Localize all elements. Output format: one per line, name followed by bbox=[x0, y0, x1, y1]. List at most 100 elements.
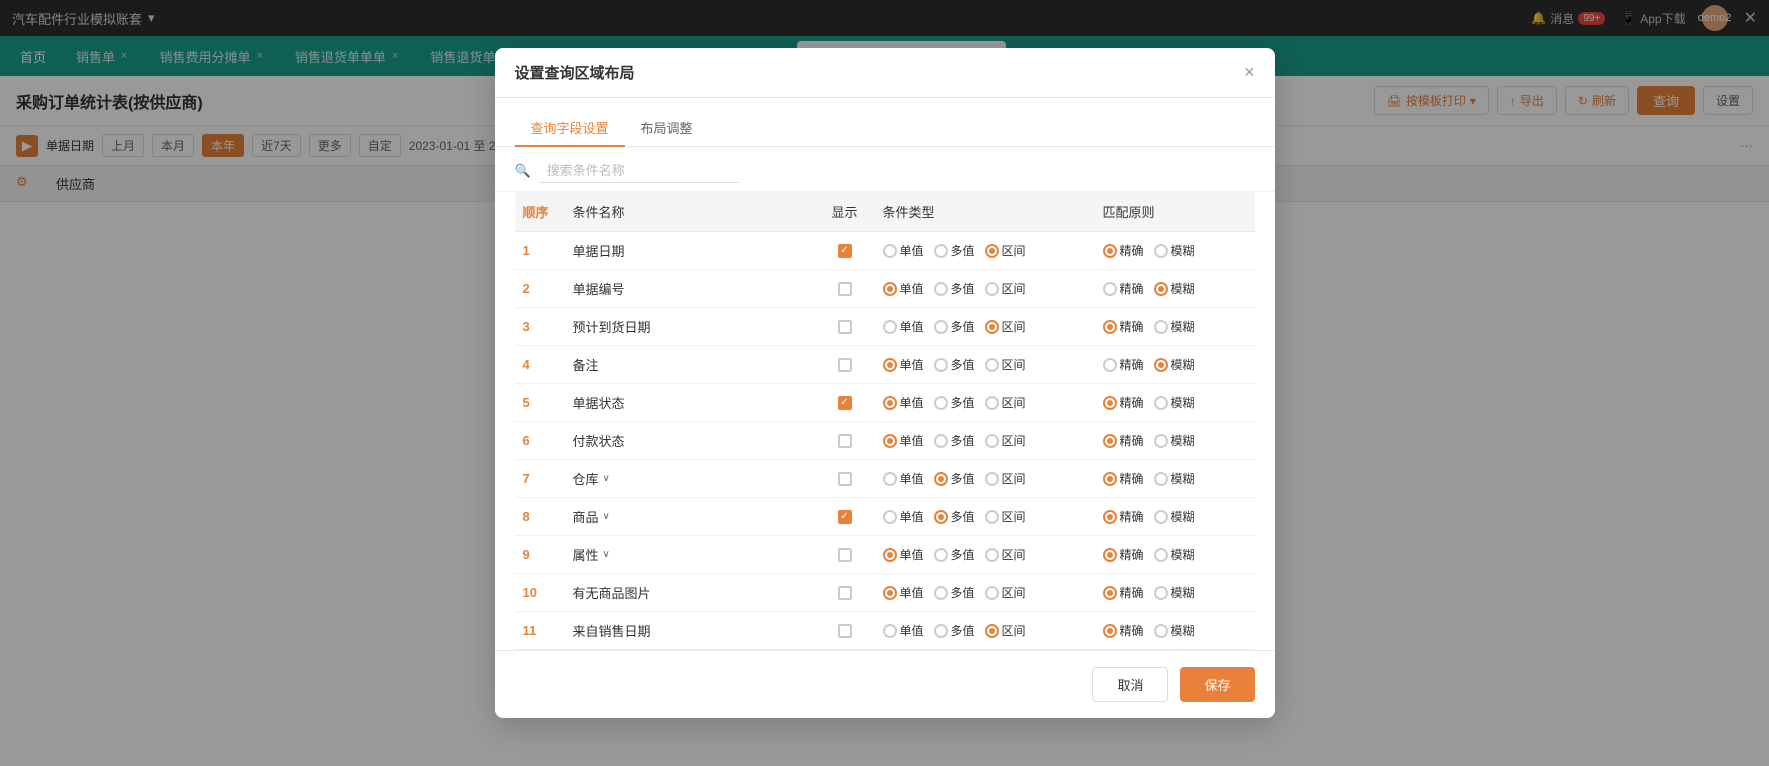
checkbox-display-6[interactable] bbox=[823, 472, 867, 486]
checkbox-inner-2[interactable] bbox=[838, 320, 852, 334]
cell-name-7[interactable]: 商品 ∨ bbox=[565, 498, 815, 536]
radio-match-精确-5[interactable]: 精确 bbox=[1103, 432, 1144, 449]
checkbox-display-9[interactable] bbox=[823, 586, 867, 600]
checkbox-inner-10[interactable] bbox=[838, 624, 852, 638]
radio-match-精确-3[interactable]: 精确 bbox=[1103, 356, 1144, 373]
radio-match-模糊-4[interactable]: 模糊 bbox=[1154, 394, 1195, 411]
dialog-close-button[interactable]: × bbox=[1244, 62, 1255, 83]
dialog-tab-layout[interactable]: 布局调整 bbox=[625, 110, 709, 147]
radio-match-精确-7[interactable]: 精确 bbox=[1103, 508, 1144, 525]
radio-match-精确-10[interactable]: 精确 bbox=[1103, 622, 1144, 639]
cell-display-5[interactable] bbox=[815, 422, 875, 460]
radio-type-多值-0[interactable]: 多值 bbox=[934, 242, 975, 259]
checkbox-inner-7[interactable] bbox=[838, 510, 852, 524]
checkbox-display-1[interactable] bbox=[823, 282, 867, 296]
expand-icon[interactable]: ∨ bbox=[603, 549, 610, 560]
checkbox-inner-6[interactable] bbox=[838, 472, 852, 486]
search-input[interactable] bbox=[539, 159, 739, 183]
radio-match-模糊-2[interactable]: 模糊 bbox=[1154, 318, 1195, 335]
radio-match-模糊-10[interactable]: 模糊 bbox=[1154, 622, 1195, 639]
checkbox-display-3[interactable] bbox=[823, 358, 867, 372]
radio-match-模糊-1[interactable]: 模糊 bbox=[1154, 280, 1195, 297]
checkbox-inner-0[interactable] bbox=[838, 244, 852, 258]
checkbox-inner-3[interactable] bbox=[838, 358, 852, 372]
radio-match-模糊-0[interactable]: 模糊 bbox=[1154, 242, 1195, 259]
radio-type-多值-2[interactable]: 多值 bbox=[934, 318, 975, 335]
checkbox-inner-8[interactable] bbox=[838, 548, 852, 562]
radio-match-模糊-9[interactable]: 模糊 bbox=[1154, 584, 1195, 601]
cancel-button[interactable]: 取消 bbox=[1092, 667, 1168, 702]
radio-type-区间-2[interactable]: 区间 bbox=[985, 318, 1026, 335]
radio-match-模糊-7[interactable]: 模糊 bbox=[1154, 508, 1195, 525]
cell-display-3[interactable] bbox=[815, 346, 875, 384]
cell-display-1[interactable] bbox=[815, 270, 875, 308]
radio-type-区间-8[interactable]: 区间 bbox=[985, 546, 1026, 563]
radio-type-区间-3[interactable]: 区间 bbox=[985, 356, 1026, 373]
checkbox-display-2[interactable] bbox=[823, 320, 867, 334]
radio-match-精确-9[interactable]: 精确 bbox=[1103, 584, 1144, 601]
radio-type-单值-10[interactable]: 单值 bbox=[883, 622, 924, 639]
name-with-expand[interactable]: 商品 ∨ bbox=[573, 507, 807, 526]
radio-type-单值-8[interactable]: 单值 bbox=[883, 546, 924, 563]
cell-name-8[interactable]: 属性 ∨ bbox=[565, 536, 815, 574]
radio-type-多值-1[interactable]: 多值 bbox=[934, 280, 975, 297]
radio-type-多值-6[interactable]: 多值 bbox=[934, 470, 975, 487]
save-button[interactable]: 保存 bbox=[1180, 667, 1254, 702]
cell-display-6[interactable] bbox=[815, 460, 875, 498]
checkbox-inner-1[interactable] bbox=[838, 282, 852, 296]
radio-type-多值-7[interactable]: 多值 bbox=[934, 508, 975, 525]
radio-type-单值-1[interactable]: 单值 bbox=[883, 280, 924, 297]
radio-match-精确-2[interactable]: 精确 bbox=[1103, 318, 1144, 335]
radio-type-多值-5[interactable]: 多值 bbox=[934, 432, 975, 449]
radio-match-模糊-8[interactable]: 模糊 bbox=[1154, 546, 1195, 563]
radio-type-多值-3[interactable]: 多值 bbox=[934, 356, 975, 373]
radio-type-区间-7[interactable]: 区间 bbox=[985, 508, 1026, 525]
radio-match-精确-1[interactable]: 精确 bbox=[1103, 280, 1144, 297]
checkbox-display-0[interactable] bbox=[823, 244, 867, 258]
radio-type-单值-4[interactable]: 单值 bbox=[883, 394, 924, 411]
checkbox-inner-4[interactable] bbox=[838, 396, 852, 410]
cell-display-2[interactable] bbox=[815, 308, 875, 346]
checkbox-display-7[interactable] bbox=[823, 510, 867, 524]
checkbox-inner-9[interactable] bbox=[838, 586, 852, 600]
radio-type-区间-5[interactable]: 区间 bbox=[985, 432, 1026, 449]
name-with-expand[interactable]: 属性 ∨ bbox=[573, 545, 807, 564]
radio-type-单值-3[interactable]: 单值 bbox=[883, 356, 924, 373]
radio-type-区间-6[interactable]: 区间 bbox=[985, 470, 1026, 487]
checkbox-inner-5[interactable] bbox=[838, 434, 852, 448]
radio-type-多值-4[interactable]: 多值 bbox=[934, 394, 975, 411]
radio-type-多值-9[interactable]: 多值 bbox=[934, 584, 975, 601]
radio-type-多值-8[interactable]: 多值 bbox=[934, 546, 975, 563]
expand-icon[interactable]: ∨ bbox=[603, 473, 610, 484]
checkbox-display-5[interactable] bbox=[823, 434, 867, 448]
radio-type-单值-6[interactable]: 单值 bbox=[883, 470, 924, 487]
radio-match-精确-0[interactable]: 精确 bbox=[1103, 242, 1144, 259]
radio-match-精确-4[interactable]: 精确 bbox=[1103, 394, 1144, 411]
radio-type-单值-9[interactable]: 单值 bbox=[883, 584, 924, 601]
radio-type-区间-4[interactable]: 区间 bbox=[985, 394, 1026, 411]
radio-match-模糊-3[interactable]: 模糊 bbox=[1154, 356, 1195, 373]
checkbox-display-8[interactable] bbox=[823, 548, 867, 562]
checkbox-display-10[interactable] bbox=[823, 624, 867, 638]
cell-display-0[interactable] bbox=[815, 232, 875, 270]
radio-match-模糊-5[interactable]: 模糊 bbox=[1154, 432, 1195, 449]
radio-type-单值-0[interactable]: 单值 bbox=[883, 242, 924, 259]
cell-display-4[interactable] bbox=[815, 384, 875, 422]
dialog-tab-fields[interactable]: 查询字段设置 bbox=[515, 110, 625, 147]
radio-type-单值-2[interactable]: 单值 bbox=[883, 318, 924, 335]
cell-display-8[interactable] bbox=[815, 536, 875, 574]
radio-type-单值-7[interactable]: 单值 bbox=[883, 508, 924, 525]
radio-type-区间-9[interactable]: 区间 bbox=[985, 584, 1026, 601]
cell-display-9[interactable] bbox=[815, 574, 875, 612]
radio-match-模糊-6[interactable]: 模糊 bbox=[1154, 470, 1195, 487]
expand-icon[interactable]: ∨ bbox=[603, 511, 610, 522]
radio-type-区间-10[interactable]: 区间 bbox=[985, 622, 1026, 639]
radio-match-精确-6[interactable]: 精确 bbox=[1103, 470, 1144, 487]
radio-type-多值-10[interactable]: 多值 bbox=[934, 622, 975, 639]
name-with-expand[interactable]: 仓库 ∨ bbox=[573, 469, 807, 488]
radio-type-单值-5[interactable]: 单值 bbox=[883, 432, 924, 449]
cell-display-10[interactable] bbox=[815, 612, 875, 650]
cell-display-7[interactable] bbox=[815, 498, 875, 536]
checkbox-display-4[interactable] bbox=[823, 396, 867, 410]
radio-match-精确-8[interactable]: 精确 bbox=[1103, 546, 1144, 563]
